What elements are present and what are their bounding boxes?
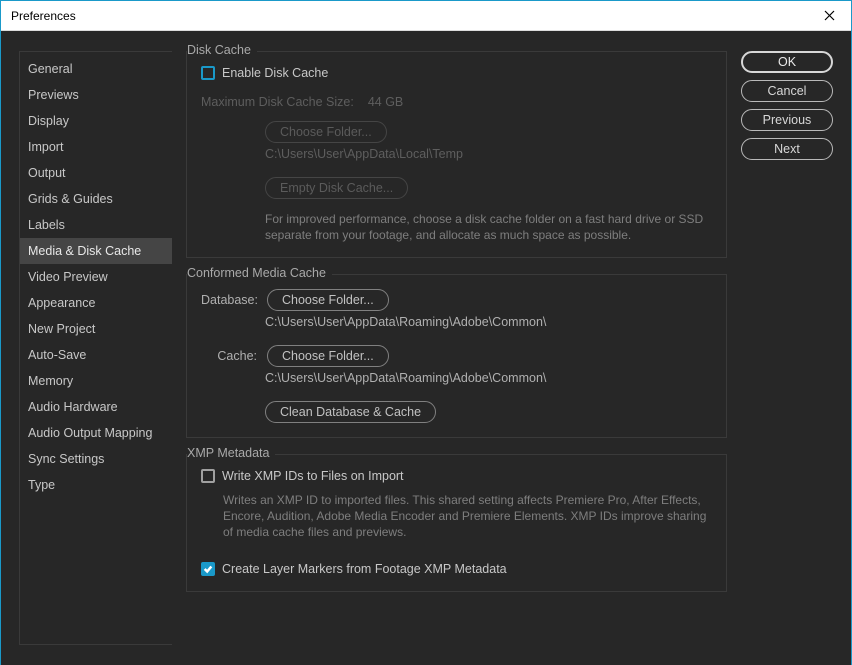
ok-button[interactable]: OK: [741, 51, 833, 73]
cache-path: C:\Users\User\AppData\Roaming\Adobe\Comm…: [265, 371, 712, 385]
choose-folder-button-disk: Choose Folder...: [265, 121, 387, 143]
cancel-button[interactable]: Cancel: [741, 80, 833, 102]
sidebar-item-previews[interactable]: Previews: [20, 82, 172, 108]
sidebar-item-memory[interactable]: Memory: [20, 368, 172, 394]
xmp-section: XMP Metadata Write XMP IDs to Files on I…: [186, 454, 727, 592]
checkbox-checked-icon: [201, 562, 215, 576]
conformed-section: Conformed Media Cache Database: Choose F…: [186, 274, 727, 438]
enable-disk-cache-label: Enable Disk Cache: [222, 66, 328, 80]
previous-button[interactable]: Previous: [741, 109, 833, 131]
sidebar-item-media-disk-cache[interactable]: Media & Disk Cache: [20, 238, 172, 264]
content-pane: Disk Cache Enable Disk Cache Maximum Dis…: [172, 31, 741, 665]
write-xmp-label: Write XMP IDs to Files on Import: [222, 469, 404, 483]
checkbox-icon: [201, 66, 215, 80]
cache-label: Cache:: [201, 349, 257, 363]
write-xmp-hint: Writes an XMP ID to imported files. This…: [223, 492, 712, 540]
close-icon[interactable]: [818, 4, 841, 28]
sidebar-item-audio-output-mapping[interactable]: Audio Output Mapping: [20, 420, 172, 446]
sidebar-item-import[interactable]: Import: [20, 134, 172, 160]
sidebar-item-auto-save[interactable]: Auto-Save: [20, 342, 172, 368]
choose-folder-button-database[interactable]: Choose Folder...: [267, 289, 389, 311]
clean-database-cache-button[interactable]: Clean Database & Cache: [265, 401, 436, 423]
titlebar: Preferences: [1, 1, 851, 31]
sidebar-item-type[interactable]: Type: [20, 472, 172, 498]
dialog-button-column: OK Cancel Previous Next: [741, 31, 851, 665]
disk-cache-hint: For improved performance, choose a disk …: [265, 211, 712, 243]
sidebar-item-new-project[interactable]: New Project: [20, 316, 172, 342]
window-title: Preferences: [11, 9, 76, 23]
sidebar-item-grids-guides[interactable]: Grids & Guides: [20, 186, 172, 212]
conformed-legend: Conformed Media Cache: [187, 266, 332, 280]
xmp-legend: XMP Metadata: [187, 446, 275, 460]
disk-cache-section: Disk Cache Enable Disk Cache Maximum Dis…: [186, 51, 727, 258]
create-layer-markers-label: Create Layer Markers from Footage XMP Me…: [222, 562, 507, 576]
disk-cache-legend: Disk Cache: [187, 43, 257, 57]
choose-folder-button-cache[interactable]: Choose Folder...: [267, 345, 389, 367]
sidebar-item-labels[interactable]: Labels: [20, 212, 172, 238]
sidebar-item-video-preview[interactable]: Video Preview: [20, 264, 172, 290]
disk-cache-path: C:\Users\User\AppData\Local\Temp: [265, 147, 712, 161]
create-layer-markers-checkbox[interactable]: Create Layer Markers from Footage XMP Me…: [201, 562, 507, 576]
sidebar-item-sync-settings[interactable]: Sync Settings: [20, 446, 172, 472]
write-xmp-checkbox[interactable]: Write XMP IDs to Files on Import: [201, 469, 404, 483]
sidebar-item-general[interactable]: General: [20, 56, 172, 82]
enable-disk-cache-checkbox[interactable]: Enable Disk Cache: [201, 66, 328, 80]
sidebar-item-output[interactable]: Output: [20, 160, 172, 186]
database-path: C:\Users\User\AppData\Roaming\Adobe\Comm…: [265, 315, 712, 329]
sidebar-item-audio-hardware[interactable]: Audio Hardware: [20, 394, 172, 420]
max-cache-size-label: Maximum Disk Cache Size:: [201, 95, 354, 109]
max-cache-size-value: 44 GB: [368, 95, 403, 109]
checkbox-icon: [201, 469, 215, 483]
empty-disk-cache-button: Empty Disk Cache...: [265, 177, 408, 199]
category-sidebar: General Previews Display Import Output G…: [19, 51, 172, 645]
database-label: Database:: [201, 293, 257, 307]
sidebar-item-display[interactable]: Display: [20, 108, 172, 134]
preferences-body: General Previews Display Import Output G…: [1, 31, 851, 665]
sidebar-item-appearance[interactable]: Appearance: [20, 290, 172, 316]
next-button[interactable]: Next: [741, 138, 833, 160]
